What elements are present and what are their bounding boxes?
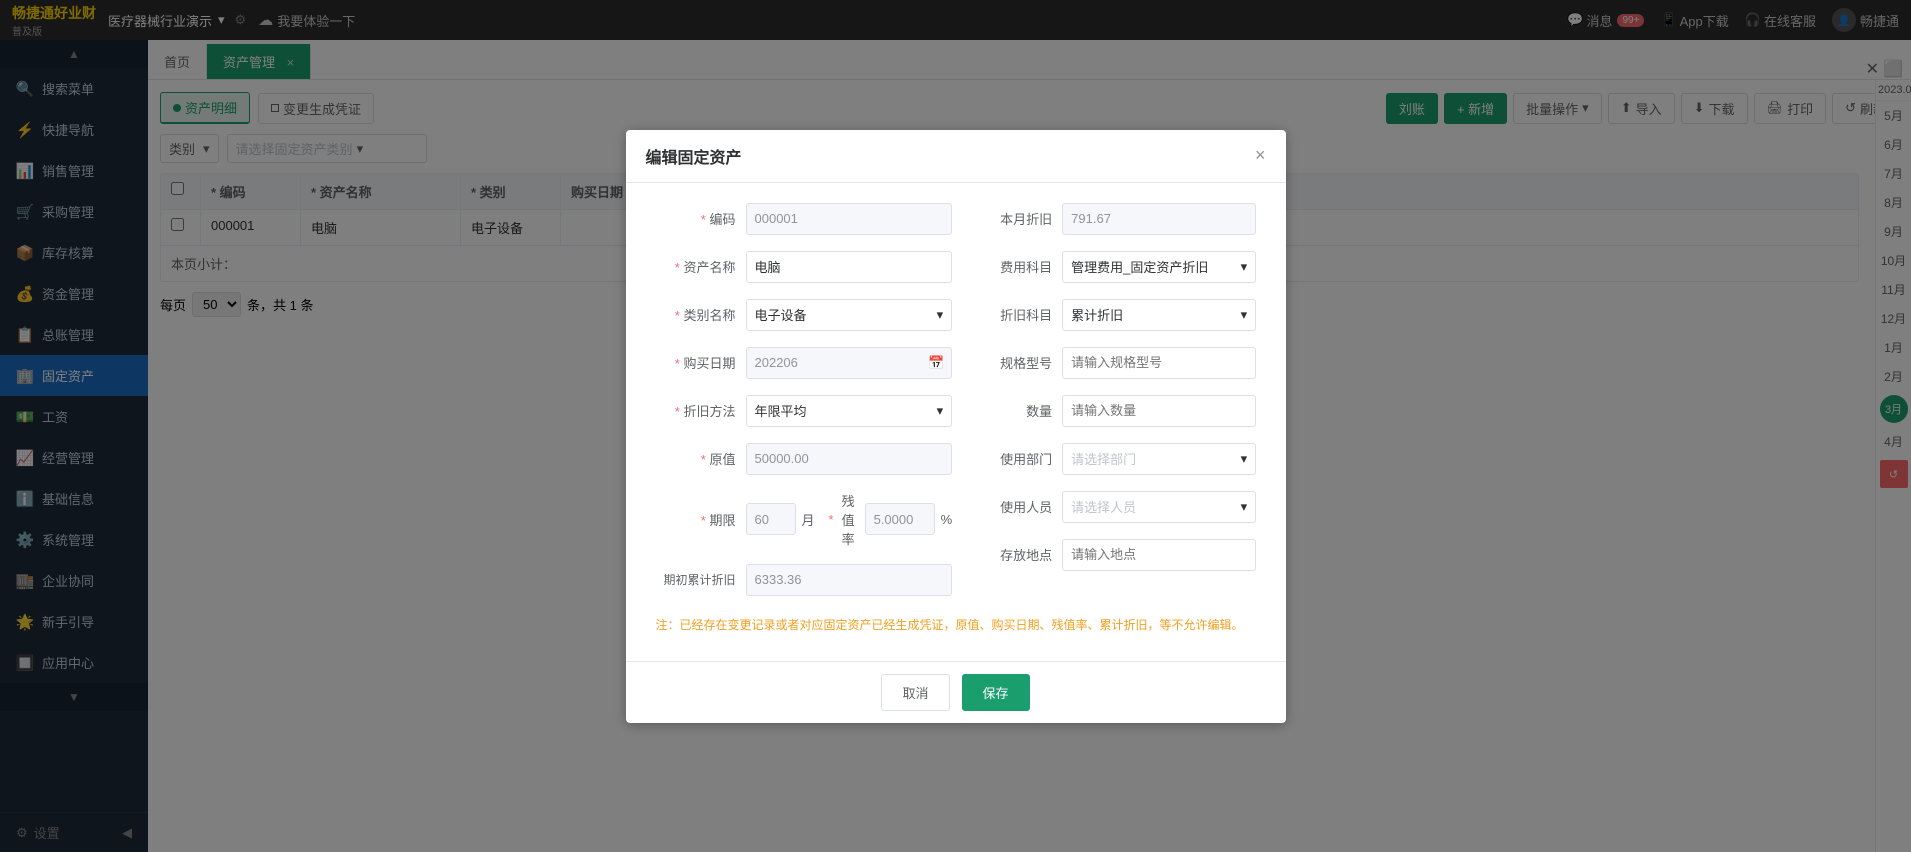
expense-cat-select[interactable]: 管理费用_固定资产折旧 ▾ <box>1062 251 1256 283</box>
purchase-date-label: * 购买日期 <box>656 353 746 372</box>
dialog-close-btn[interactable]: × <box>1255 145 1266 166</box>
personnel-label: 使用人员 <box>972 497 1062 516</box>
dialog-footer: 取消 保存 <box>626 661 1286 723</box>
initial-dep-input[interactable] <box>746 564 953 596</box>
field-code-row: * 编码 <box>656 203 953 235</box>
calendar-icon: 📅 <box>928 355 944 371</box>
cancel-button[interactable]: 取消 <box>881 674 949 711</box>
field-initial-dep-row: 期初累计折旧 <box>656 564 953 596</box>
period-label: * 期限 <box>656 510 746 529</box>
location-input[interactable] <box>1062 539 1256 571</box>
field-dep-method-row: * 折旧方法 年限平均 ▾ <box>656 395 953 427</box>
dep-method-select[interactable]: 年限平均 ▾ <box>746 395 953 427</box>
category-label: * 类别名称 <box>656 305 746 324</box>
dep-account-label: 折旧科目 <box>972 305 1062 324</box>
field-category-row: * 类别名称 电子设备 ▾ <box>656 299 953 331</box>
asset-name-label: * 资产名称 <box>656 257 746 276</box>
field-expense-cat-row: 费用科目 管理费用_固定资产折旧 ▾ <box>972 251 1256 283</box>
field-personnel-row: 使用人员 请选择人员 ▾ <box>972 491 1256 523</box>
original-value-label: * 原值 <box>656 449 746 468</box>
expense-cat-label: 费用科目 <box>972 257 1062 276</box>
residual-rate-input[interactable] <box>865 503 935 535</box>
field-purchase-date-row: * 购买日期 📅 <box>656 347 953 379</box>
field-department-row: 使用部门 请选择部门 ▾ <box>972 443 1256 475</box>
field-spec-model-row: 规格型号 <box>972 347 1256 379</box>
field-location-row: 存放地点 <box>972 539 1256 571</box>
personnel-select[interactable]: 请选择人员 ▾ <box>1062 491 1256 523</box>
modal-overlay: 编辑固定资产 × * 编码 <box>0 0 1911 852</box>
purchase-date-input[interactable] <box>746 347 953 379</box>
field-period-row: * 期限 月 * 残值率 % <box>656 491 953 548</box>
spec-model-input[interactable] <box>1062 347 1256 379</box>
dialog-note: 注：已经存在变更记录或者对应固定资产已经生成凭证，原值、购买日期、残值率、累计折… <box>656 612 1256 641</box>
dialog-header: 编辑固定资产 × <box>626 130 1286 183</box>
field-quantity-row: 数量 <box>972 395 1256 427</box>
department-label: 使用部门 <box>972 449 1062 468</box>
quantity-label: 数量 <box>972 401 1062 420</box>
initial-dep-label: 期初累计折旧 <box>656 571 746 588</box>
department-select[interactable]: 请选择部门 ▾ <box>1062 443 1256 475</box>
field-dep-account-row: 折旧科目 累计折旧 ▾ <box>972 299 1256 331</box>
monthly-dep-input[interactable] <box>1062 203 1256 235</box>
dep-method-label: * 折旧方法 <box>656 401 746 420</box>
code-label: * 编码 <box>656 209 746 228</box>
code-input[interactable] <box>746 203 953 235</box>
monthly-dep-label: 本月折旧 <box>972 209 1062 228</box>
original-value-input[interactable] <box>746 443 953 475</box>
asset-name-input[interactable] <box>746 251 953 283</box>
field-asset-name-row: * 资产名称 <box>656 251 953 283</box>
spec-model-label: 规格型号 <box>972 353 1062 372</box>
period-input[interactable] <box>746 503 796 535</box>
dep-account-select[interactable]: 累计折旧 ▾ <box>1062 299 1256 331</box>
edit-asset-dialog: 编辑固定资产 × * 编码 <box>626 130 1286 723</box>
dialog-body: * 编码 * 资产名称 <box>626 183 1286 661</box>
dialog-title: 编辑固定资产 <box>646 144 742 168</box>
category-select[interactable]: 电子设备 ▾ <box>746 299 953 331</box>
location-label: 存放地点 <box>972 545 1062 564</box>
field-monthly-dep-row: 本月折旧 <box>972 203 1256 235</box>
field-original-value-row: * 原值 <box>656 443 953 475</box>
quantity-input[interactable] <box>1062 395 1256 427</box>
save-button[interactable]: 保存 <box>962 674 1030 711</box>
